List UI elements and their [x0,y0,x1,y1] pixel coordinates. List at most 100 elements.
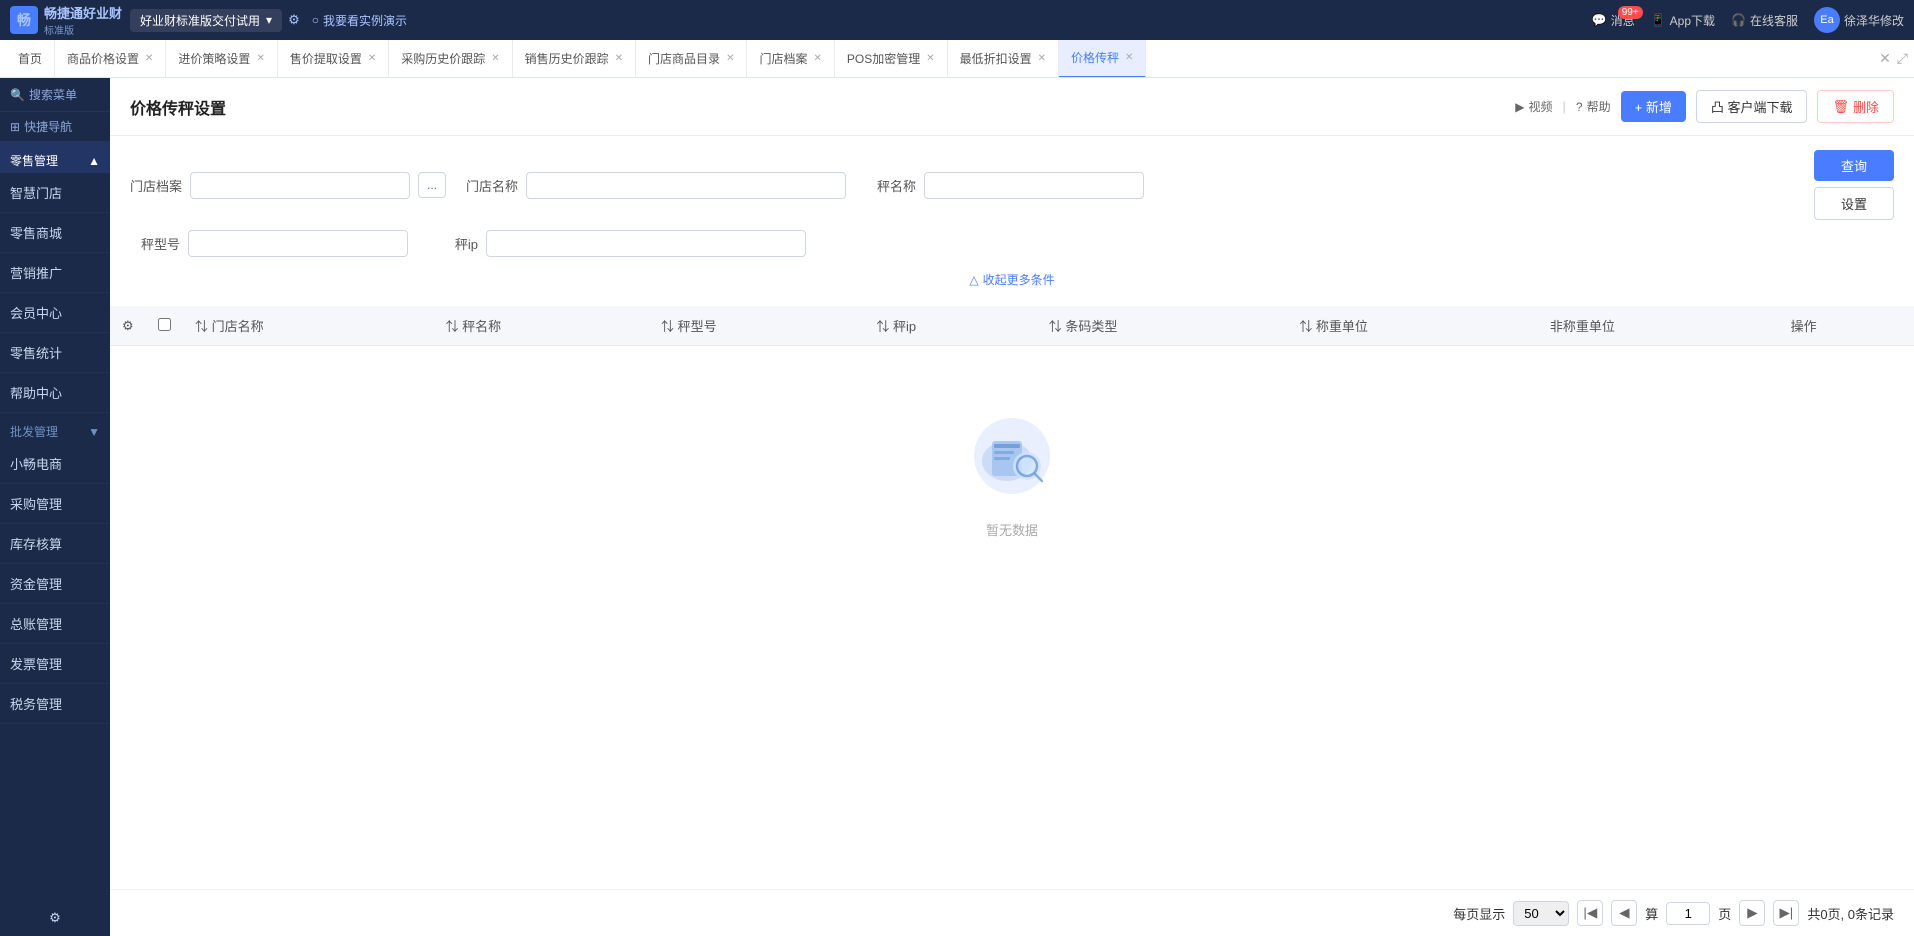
tab-label: 最低折扣设置 [960,50,1032,67]
collapse-row: △ 收起更多条件 [130,267,1894,292]
empty-icon [962,406,1062,506]
store-archive-field: 门店档案 ... [130,172,446,199]
sidebar-item-invoice[interactable]: 发票管理 [0,644,110,684]
empty-text: 暂无数据 [986,520,1038,539]
close-icon[interactable]: ✕ [491,53,499,64]
user-menu-button[interactable]: Ea 徐泽华修改 [1814,7,1904,33]
sidebar-item-members[interactable]: 会员中心 [0,293,110,333]
per-page-label: 每页显示 [1453,904,1505,923]
sidebar-item-ledger[interactable]: 总账管理 [0,604,110,644]
sidebar-item-finance[interactable]: 资金管理 [0,564,110,604]
close-icon[interactable]: ✕ [726,53,734,64]
tab-price-settings[interactable]: 商品价格设置 ✕ [55,40,166,78]
video-link[interactable]: ▶ 视频 [1515,98,1552,115]
add-button[interactable]: + 新增 [1621,91,1686,122]
tab-purchase-strategy[interactable]: 进价策略设置 ✕ [166,40,277,78]
th-weight-unit[interactable]: ⇅ 称重单位 [1287,306,1538,346]
th-scale-model[interactable]: ⇅ 秤型号 [649,306,864,346]
divider: | [1563,99,1566,114]
close-icon[interactable]: ✕ [813,53,821,64]
store-archive-input[interactable] [190,172,410,199]
page-number-input[interactable] [1666,902,1710,925]
scale-name-label: 秤名称 [866,176,916,195]
tab-purchase-history[interactable]: 采购历史价跟踪 ✕ [389,40,512,78]
messages-button[interactable]: 💬 消息 99+ [1592,12,1635,29]
sidebar-quick-nav[interactable]: ⊞ 快捷导航 [0,112,110,142]
first-page-button[interactable]: |◀ [1577,900,1603,926]
th-scale-name[interactable]: ⇅ 秤名称 [434,306,649,346]
tab-home[interactable]: 首页 [6,40,55,78]
version-selector[interactable]: 好业财标准版交付试用 ▾ [130,9,282,32]
sidebar-item-retail-mall[interactable]: 零售商城 [0,213,110,253]
logo-icon: 畅 [10,6,38,34]
close-icon[interactable]: ✕ [368,53,376,64]
sidebar-item-retail-stats[interactable]: 零售统计 [0,333,110,373]
close-icon[interactable]: ✕ [1125,52,1133,63]
tab-sale-extract[interactable]: 售价提取设置 ✕ [278,40,389,78]
close-icon[interactable]: ✕ [1038,53,1046,64]
tab-store-catalog[interactable]: 门店商品目录 ✕ [636,40,747,78]
tab-actions: ✕ ⤢ [1879,50,1908,67]
th-barcode-type[interactable]: ⇅ 条码类型 [1037,306,1288,346]
empty-state: 暂无数据 [110,346,1914,599]
scale-model-label: 秤型号 [130,234,180,253]
search-form-row1: 门店档案 ... 门店名称 秤名称 查询 设置 [130,150,1894,220]
sidebar-item-smart-store[interactable]: 智慧门店 [0,173,110,213]
avatar: Ea [1814,7,1840,33]
app-download-button[interactable]: 📱 App下载 [1651,12,1715,29]
sidebar-item-tax[interactable]: 税务管理 [0,684,110,724]
close-icon[interactable]: ✕ [145,53,153,64]
expand-icon[interactable]: ⤢ [1897,50,1908,67]
tab-min-discount[interactable]: 最低折扣设置 ✕ [948,40,1059,78]
th-scale-ip[interactable]: ⇅ 秤ip [864,306,1036,346]
sidebar-search-button[interactable]: 🔍 搜索菜单 [0,78,110,112]
table-wrapper: ⚙ ⇅ 门店名称 ⇅ 秤名称 ⇅ 秤型号 ⇅ 秤ip ⇅ 条码类型 ⇅ 称重单位… [110,306,1914,889]
sidebar-item-inventory[interactable]: 库存核算 [0,524,110,564]
store-name-input[interactable] [526,172,846,199]
close-icon[interactable]: ✕ [256,53,264,64]
collapse-button[interactable]: △ 收起更多条件 [969,271,1054,288]
close-all-icon[interactable]: ✕ [1879,50,1891,67]
sidebar-item-wholesale[interactable]: 批发管理 ▼ [0,413,110,444]
top-bar: 畅 畅捷通好业财 标准版 好业财标准版交付试用 ▾ ⚙ ○ 我要看实例演示 💬 … [0,0,1914,40]
close-icon[interactable]: ✕ [615,53,623,64]
sidebar-item-marketing[interactable]: 营销推广 [0,253,110,293]
app-settings-button[interactable]: ⚙ [288,12,300,28]
scale-model-input[interactable] [188,230,408,257]
tab-label: 价格传秤 [1071,49,1119,66]
next-page-button[interactable]: ▶ [1739,900,1765,926]
store-archive-ellipsis[interactable]: ... [418,172,446,198]
help-icon: ? [1576,100,1583,114]
last-page-button[interactable]: ▶| [1773,900,1799,926]
gear-icon[interactable]: ⚙ [49,910,61,926]
tab-store-archive[interactable]: 门店档案 ✕ [747,40,834,78]
help-link[interactable]: ? 帮助 [1576,98,1611,115]
tab-pos-manage[interactable]: POS加密管理 ✕ [835,40,948,78]
tab-sale-history[interactable]: 销售历史价跟踪 ✕ [513,40,636,78]
prev-page-button[interactable]: ◀ [1611,900,1637,926]
online-service-button[interactable]: 🎧 在线客服 [1731,12,1798,29]
sidebar-item-purchase-mgmt[interactable]: 采购管理 [0,484,110,524]
scale-ip-input[interactable] [486,230,806,257]
collapse-icon: ▼ [88,425,100,439]
per-page-select[interactable]: 50 10 20 100 [1513,901,1569,926]
pagination: 每页显示 50 10 20 100 |◀ ◀ 算 页 ▶ ▶| 共0页, 0条记… [110,889,1914,936]
select-all-checkbox[interactable] [158,318,171,331]
demo-icon: ○ [312,13,319,27]
sidebar-item-xiaochang-ecom[interactable]: 小畅电商 [0,444,110,484]
download-button[interactable]: 凸 客户端下载 [1696,90,1808,123]
demo-button[interactable]: ○ 我要看实例演示 [312,12,407,29]
scale-name-input[interactable] [924,172,1144,199]
main-layout: 🔍 搜索菜单 ⊞ 快捷导航 零售管理 ▲ 智慧门店 零售商城 营销推广 会员中心… [0,78,1914,936]
sidebar-item-retail-management[interactable]: 零售管理 ▲ [0,142,110,173]
delete-button[interactable]: 🗑 删除 [1817,90,1894,123]
tab-price-scale[interactable]: 价格传秤 ✕ [1059,40,1146,78]
close-icon[interactable]: ✕ [926,53,934,64]
sidebar-item-help-center[interactable]: 帮助中心 [0,373,110,413]
query-button[interactable]: 查询 [1814,150,1894,181]
table-settings-col[interactable]: ⚙ [110,306,146,346]
table-area: ⚙ ⇅ 门店名称 ⇅ 秤名称 ⇅ 秤型号 ⇅ 秤ip ⇅ 条码类型 ⇅ 称重单位… [110,306,1914,936]
settings-button[interactable]: 设置 [1814,187,1894,220]
sidebar-bottom-settings[interactable]: ⚙ [0,900,110,936]
th-store-name[interactable]: ⇅ 门店名称 [183,306,434,346]
